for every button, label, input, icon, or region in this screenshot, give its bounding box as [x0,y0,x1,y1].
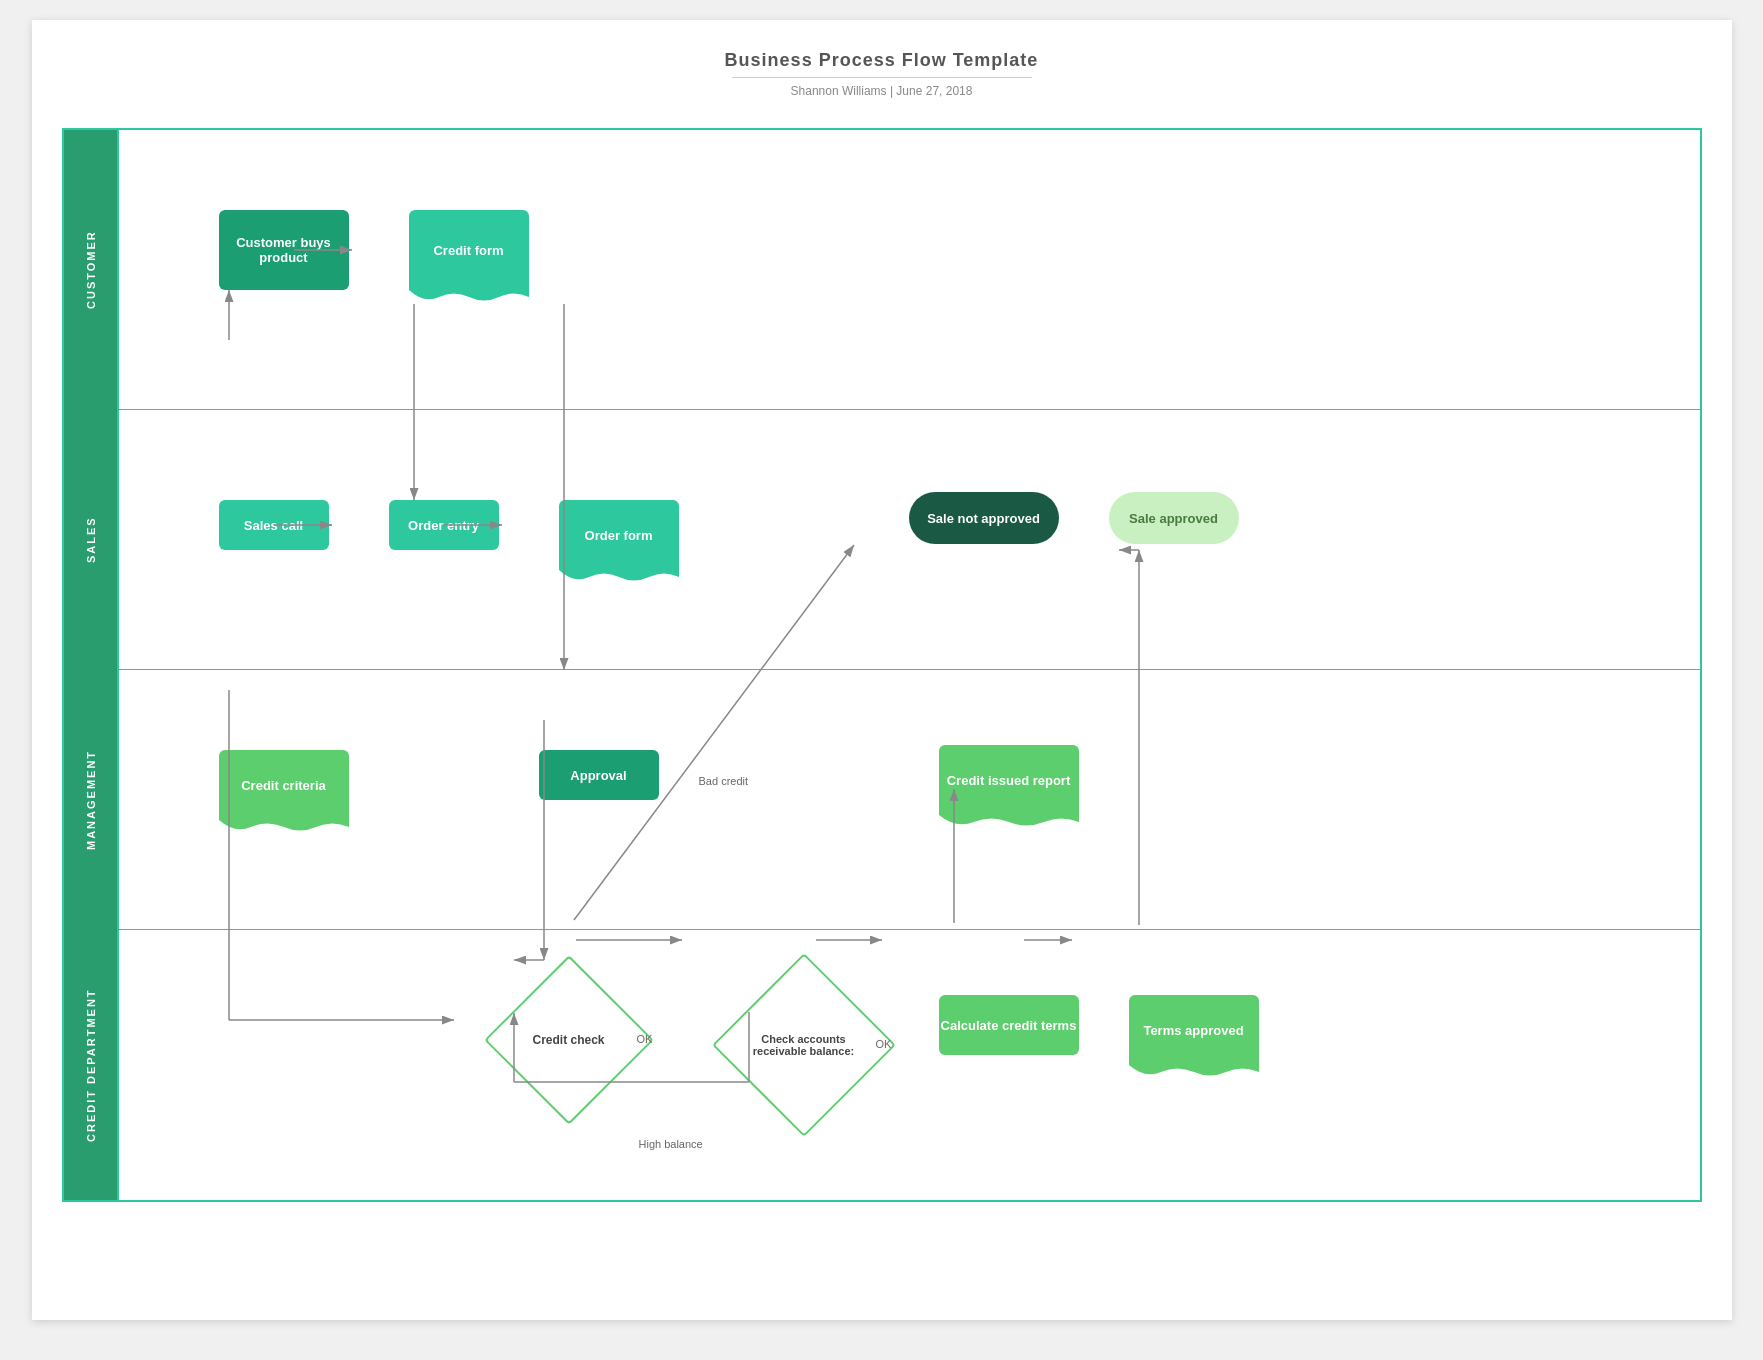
lane-label-sales: SALES [64,410,117,670]
page-subtitle: Shannon Williams | June 27, 2018 [62,84,1702,98]
node-order-form: Order form [559,500,679,570]
lane-label-customer: CUSTOMER [64,130,117,410]
node-calculate-credit-terms: Calculate credit terms [939,995,1079,1055]
credit-issued-report-doc-bottom [939,815,1079,829]
credit-criteria-doc-bottom [219,820,349,834]
order-form-doc-bottom [559,570,679,584]
node-credit-criteria: Credit criteria [219,750,349,820]
swim-row-management: Credit criteria Approval Bad credit Cred… [119,670,1700,930]
page-header: Business Process Flow Template Shannon W… [62,50,1702,98]
node-credit-check: Credit check [509,980,629,1100]
swim-row-sales: Sales call Order entry Order form Sale n… [119,410,1700,670]
node-sale-not-approved: Sale not approved [909,492,1059,544]
node-sales-call: Sales call [219,500,329,550]
node-credit-issued-report: Credit issued report [939,745,1079,815]
node-order-entry: Order entry [389,500,499,550]
node-customer-buys: Customer buys product [219,210,349,290]
terms-approved-doc-bottom [1129,1065,1259,1079]
swim-row-credit: Credit check OK Check accounts receivabl… [119,930,1700,1200]
credit-form-doc-bottom [409,290,529,304]
high-balance-label: High balance [639,1138,703,1150]
ok-label-1: OK [637,1033,653,1045]
swim-rows: Customer buys product Credit form Sales … [119,130,1700,1200]
page-title: Business Process Flow Template [62,50,1702,71]
swim-row-customer: Customer buys product Credit form [119,130,1700,410]
node-sale-approved: Sale approved [1109,492,1239,544]
title-divider [732,77,1032,78]
node-approval: Approval [539,750,659,800]
swim-labels: CUSTOMER SALES MANAGEMENT CREDIT DEPARTM… [64,130,119,1200]
diagram-container: CUSTOMER SALES MANAGEMENT CREDIT DEPARTM… [62,128,1702,1202]
ok-label-2: OK [876,1038,892,1050]
page: Business Process Flow Template Shannon W… [32,20,1732,1320]
node-check-accounts: Check accounts receivable balance: [739,980,869,1110]
lane-label-management: MANAGEMENT [64,670,117,930]
node-credit-form: Credit form [409,210,529,290]
node-terms-approved: Terms approved [1129,995,1259,1065]
bad-credit-label: Bad credit [699,775,749,787]
lane-label-credit: CREDIT DEPARTMENT [64,930,117,1200]
